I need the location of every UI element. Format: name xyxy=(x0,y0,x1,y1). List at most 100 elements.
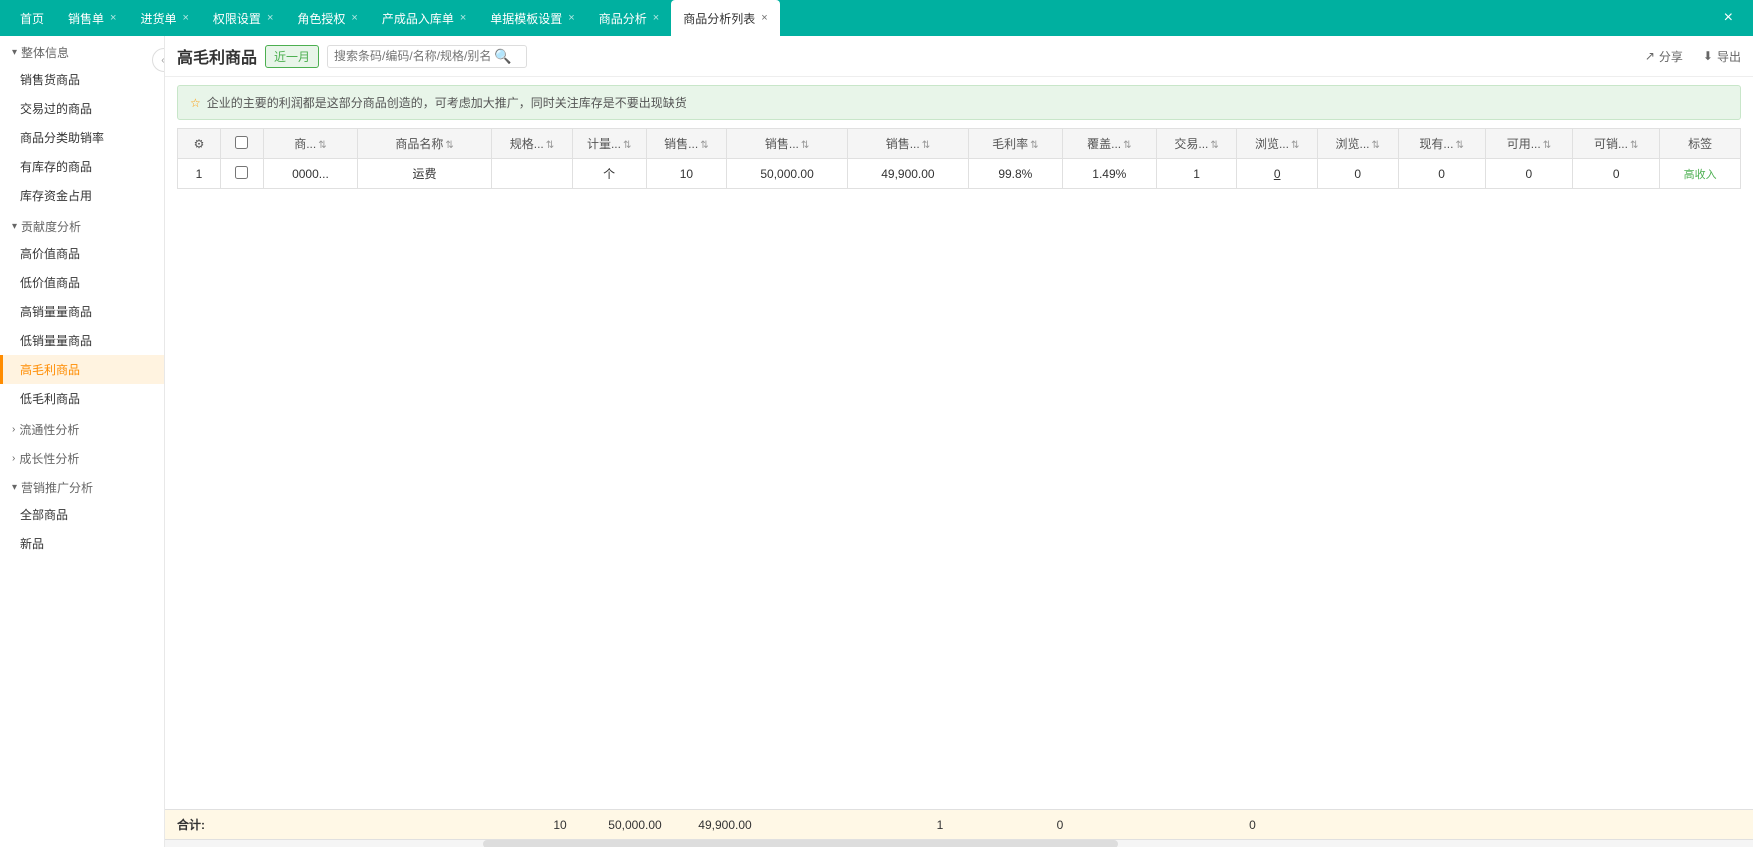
sidebar-group-overall[interactable]: ▾ 整体信息 xyxy=(0,36,164,65)
nav-purchase-order[interactable]: 进货单 × xyxy=(128,0,200,36)
cell-sales-amount: 50,000.00 xyxy=(727,159,848,189)
nav-role-auth[interactable]: 角色授权 × xyxy=(285,0,369,36)
close-purchase-order[interactable]: × xyxy=(182,12,188,24)
top-navigation: 首页 销售单 × 进货单 × 权限设置 × 角色授权 × 产成品入库单 × 单据… xyxy=(0,0,1753,36)
group-profitable-arrow: ▾ xyxy=(12,221,17,232)
col-name[interactable]: 商品名称⇅ xyxy=(357,129,491,159)
browse1-link[interactable]: 0 xyxy=(1274,167,1281,181)
close-role-auth[interactable]: × xyxy=(351,12,357,24)
col-sales-amount[interactable]: 销售...⇅ xyxy=(727,129,848,159)
footer-sellable: 0 xyxy=(1220,818,1285,832)
sidebar-group-overall-content: 销售货商品 交易过的商品 商品分类助销率 有库存的商品 库存资金占用 xyxy=(0,65,164,210)
filter-month-button[interactable]: 近一月 xyxy=(265,45,319,68)
close-sales-order[interactable]: × xyxy=(110,12,116,24)
col-browse1[interactable]: 浏览...⇅ xyxy=(1237,129,1318,159)
search-input[interactable] xyxy=(334,49,494,63)
nav-permission-settings[interactable]: 权限设置 × xyxy=(201,0,285,36)
cell-sales-qty: 10 xyxy=(646,159,727,189)
table-container: ⚙ 商...⇅ 商品名称⇅ 规格...⇅ 计量...⇅ 销售...⇅ 销售...… xyxy=(165,128,1753,809)
table-row: 1 0000... 运费 个 10 50,000.00 49,900.00 99… xyxy=(178,159,1741,189)
col-sales-qty[interactable]: 销售...⇅ xyxy=(646,129,727,159)
select-all-checkbox[interactable] xyxy=(235,136,248,149)
col-spec[interactable]: 规格...⇅ xyxy=(492,129,573,159)
bottom-scrollbar[interactable] xyxy=(165,839,1753,847)
sidebar-group-flow[interactable]: › 流通性分析 xyxy=(0,413,164,442)
col-available[interactable]: 可用...⇅ xyxy=(1485,129,1572,159)
nav-template-settings[interactable]: 单据模板设置 × xyxy=(478,0,586,36)
cell-unit: 个 xyxy=(572,159,646,189)
sidebar-item-low-value[interactable]: 低价值商品 xyxy=(0,268,164,297)
sidebar-item-goods-assist[interactable]: 商品分类助销率 xyxy=(0,123,164,152)
col-tag[interactable]: 标签 xyxy=(1660,129,1741,159)
close-permission-settings[interactable]: × xyxy=(267,12,273,24)
footer-trade-count: 1 xyxy=(910,818,970,832)
table-footer: 合计: 10 50,000.00 49,900.00 1 0 0 xyxy=(165,809,1753,839)
sidebar-item-traded-goods[interactable]: 交易过的商品 xyxy=(0,94,164,123)
sidebar-item-all-goods[interactable]: 全部商品 xyxy=(0,500,164,529)
sidebar-item-high-sales-volume[interactable]: 高销量量商品 xyxy=(0,297,164,326)
sidebar-item-high-value[interactable]: 高价值商品 xyxy=(0,239,164,268)
sidebar-group-growth[interactable]: › 成长性分析 xyxy=(0,442,164,471)
footer-sales-qty: 10 xyxy=(530,818,590,832)
group-overall-arrow: ▾ xyxy=(12,47,17,58)
footer-sales-amount: 50,000.00 xyxy=(590,818,680,832)
search-icon[interactable]: 🔍 xyxy=(494,48,511,65)
cell-name: 运费 xyxy=(357,159,491,189)
col-sales-profit[interactable]: 销售...⇅ xyxy=(848,129,969,159)
search-box: 🔍 xyxy=(327,45,527,68)
share-button[interactable]: ↗ 分享 xyxy=(1645,48,1683,65)
info-icon: ☆ xyxy=(190,96,201,110)
nav-sales-order[interactable]: 销售单 × xyxy=(56,0,128,36)
cell-cover-rate: 1.49% xyxy=(1062,159,1156,189)
col-trade-count[interactable]: 交易...⇅ xyxy=(1156,129,1237,159)
col-code[interactable]: 商...⇅ xyxy=(263,129,357,159)
sidebar-item-inventory-occupy[interactable]: 库存资金占用 xyxy=(0,181,164,210)
cell-sellable: 0 xyxy=(1573,159,1660,189)
cell-index: 1 xyxy=(178,159,221,189)
nav-goods-analysis[interactable]: 商品分析 × xyxy=(587,0,671,36)
sidebar-item-inventory-goods[interactable]: 有库存的商品 xyxy=(0,152,164,181)
col-margin-rate[interactable]: 毛利率⇅ xyxy=(968,129,1062,159)
window-close-button[interactable]: × xyxy=(1712,0,1745,36)
sidebar-item-low-sales-volume[interactable]: 低销量量商品 xyxy=(0,326,164,355)
cell-sales-profit: 49,900.00 xyxy=(848,159,969,189)
nav-home[interactable]: 首页 xyxy=(8,0,56,36)
sidebar-item-sales-goods[interactable]: 销售货商品 xyxy=(0,65,164,94)
close-goods-analysis-list[interactable]: × xyxy=(761,12,767,24)
cell-margin-rate: 99.8% xyxy=(968,159,1062,189)
sidebar-group-marketing[interactable]: ▾ 营销推广分析 xyxy=(0,471,164,500)
cell-browse1[interactable]: 0 xyxy=(1237,159,1318,189)
row-checkbox[interactable] xyxy=(235,166,248,179)
nav-goods-analysis-list[interactable]: 商品分析列表 × xyxy=(671,0,779,36)
sidebar-item-new-goods[interactable]: 新品 xyxy=(0,529,164,558)
col-unit[interactable]: 计量...⇅ xyxy=(572,129,646,159)
cell-checkbox[interactable] xyxy=(220,159,263,189)
col-checkbox[interactable] xyxy=(220,129,263,159)
sidebar: « ▾ 整体信息 销售货商品 交易过的商品 商品分类助销率 有库存的商品 库存资… xyxy=(0,36,165,847)
table-header-row: ⚙ 商...⇅ 商品名称⇅ 规格...⇅ 计量...⇅ 销售...⇅ 销售...… xyxy=(178,129,1741,159)
group-marketing-arrow: ▾ xyxy=(12,482,17,493)
close-product-storage[interactable]: × xyxy=(460,12,466,24)
close-goods-analysis[interactable]: × xyxy=(653,12,659,24)
cell-tag: 高收入 xyxy=(1660,159,1741,189)
sidebar-item-high-margin[interactable]: 高毛利商品 xyxy=(0,355,164,384)
col-current-stock[interactable]: 现有...⇅ xyxy=(1398,129,1485,159)
cell-spec xyxy=(492,159,573,189)
export-button[interactable]: ⬇ 导出 xyxy=(1703,48,1741,65)
scrollbar-thumb xyxy=(483,840,1118,847)
col-browse2[interactable]: 浏览...⇅ xyxy=(1317,129,1398,159)
col-settings[interactable]: ⚙ xyxy=(178,129,221,159)
col-sellable[interactable]: 可销...⇅ xyxy=(1573,129,1660,159)
nav-product-storage[interactable]: 产成品入库单 × xyxy=(370,0,478,36)
info-banner: ☆ 企业的主要的利润都是这部分商品创造的，可考虑加大推广，同时关注库存是不要出现… xyxy=(177,85,1741,120)
sidebar-group-profitable-content: 高价值商品 低价值商品 高销量量商品 低销量量商品 高毛利商品 低毛利商品 xyxy=(0,239,164,413)
group-flow-arrow: › xyxy=(12,424,15,435)
close-template-settings[interactable]: × xyxy=(568,12,574,24)
content-area: 高毛利商品 近一月 🔍 ↗ 分享 ⬇ 导出 ☆ 企业的主要的利润都是这部分商品创… xyxy=(165,36,1753,847)
sidebar-item-low-margin[interactable]: 低毛利商品 xyxy=(0,384,164,413)
main-layout: « ▾ 整体信息 销售货商品 交易过的商品 商品分类助销率 有库存的商品 库存资… xyxy=(0,36,1753,847)
cell-trade-count: 1 xyxy=(1156,159,1237,189)
cell-current-stock: 0 xyxy=(1398,159,1485,189)
col-cover-rate[interactable]: 覆盖...⇅ xyxy=(1062,129,1156,159)
sidebar-group-profitable[interactable]: ▾ 贡献度分析 xyxy=(0,210,164,239)
